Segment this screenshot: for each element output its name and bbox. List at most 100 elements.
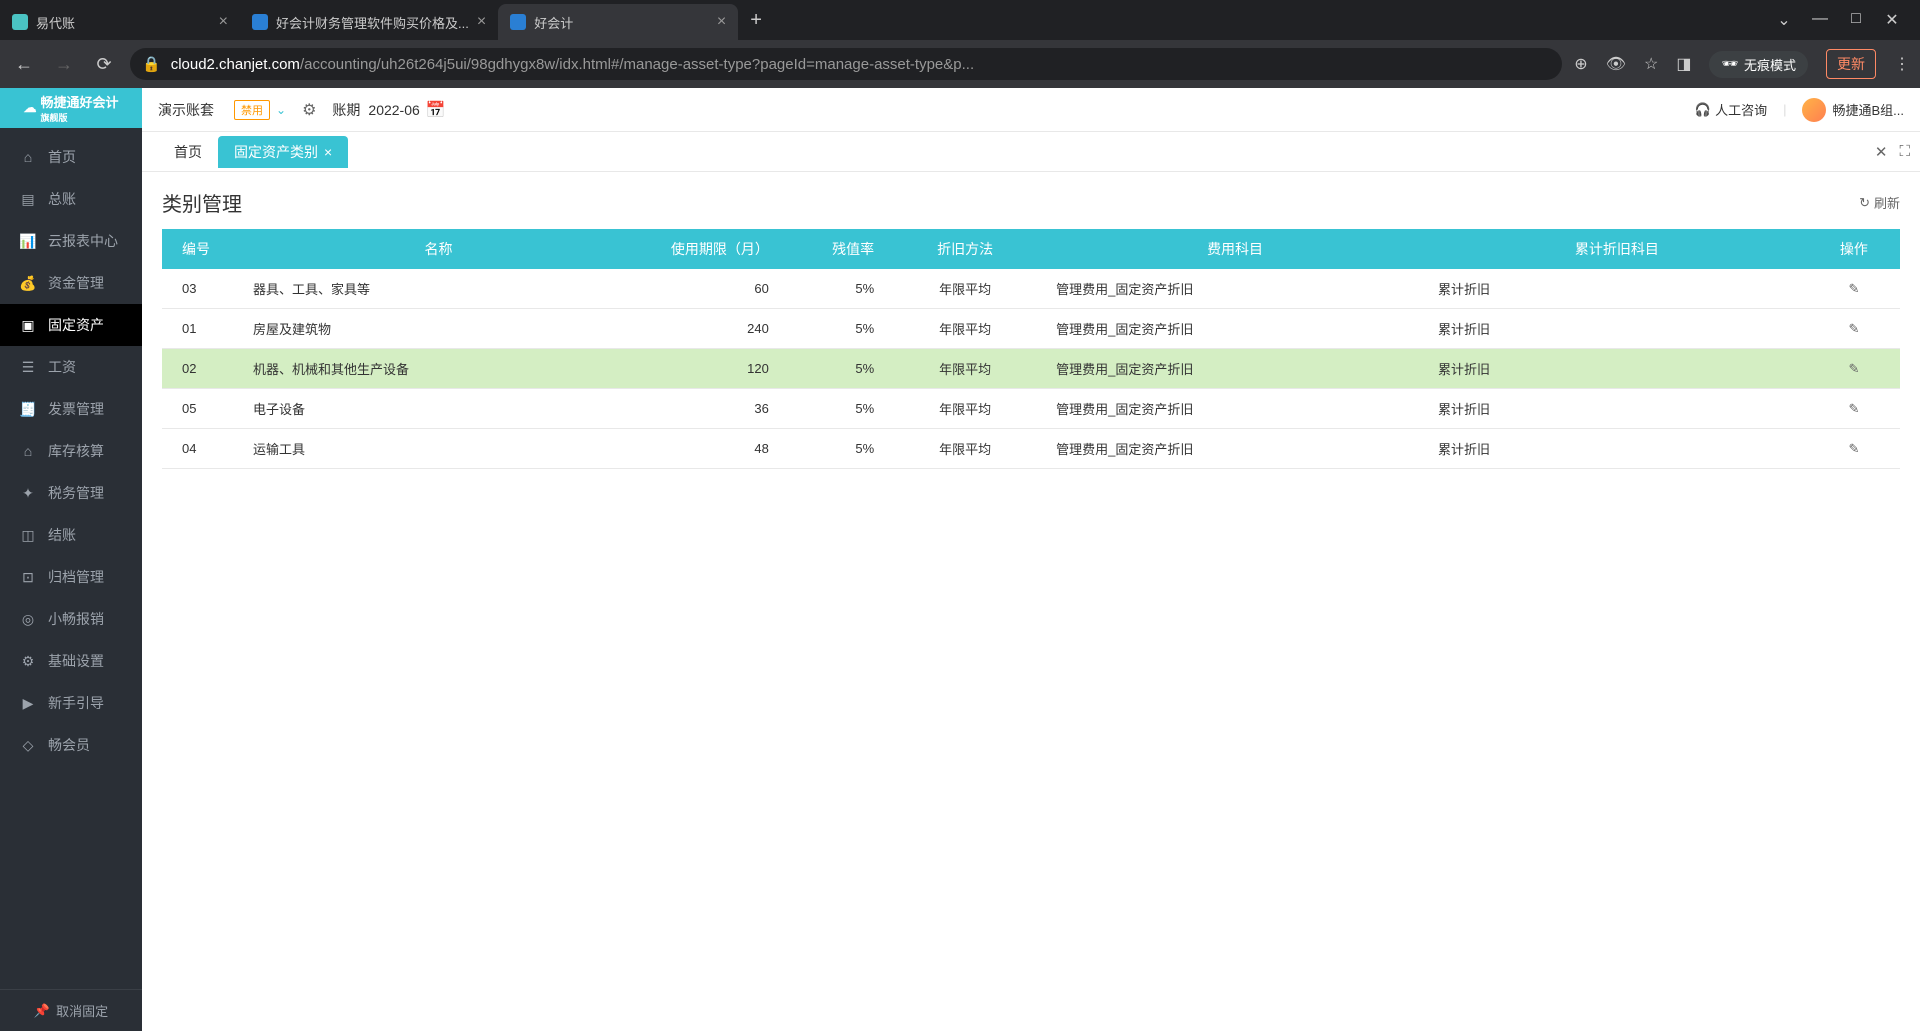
tab-title-1: 好会计财务管理软件购买价格及...	[276, 13, 469, 32]
window-minimize[interactable]: —	[1812, 10, 1828, 30]
cell-expense: 管理费用_固定资产折旧	[1044, 269, 1426, 309]
menu-icon[interactable]: ⋮	[1894, 54, 1910, 74]
edit-icon[interactable]: ✎	[1848, 321, 1859, 336]
back-button[interactable]: ←	[10, 54, 38, 75]
edit-icon[interactable]: ✎	[1848, 441, 1859, 456]
cell-depr: 累计折旧	[1426, 269, 1808, 309]
sidebar-item-7[interactable]: ⌂库存核算	[0, 430, 142, 472]
edit-icon[interactable]: ✎	[1848, 401, 1859, 416]
sidebar-item-icon: 🧾	[20, 401, 36, 417]
window-dropdown[interactable]: ⌄	[1776, 10, 1792, 30]
forward-button[interactable]: →	[50, 54, 78, 75]
eye-off-icon[interactable]: 👁	[1606, 54, 1626, 74]
sidebar-item-0[interactable]: ⌂首页	[0, 136, 142, 178]
table-row[interactable]: 01房屋及建筑物2405%年限平均管理费用_固定资产折旧累计折旧✎	[162, 309, 1900, 349]
sidebar-item-9[interactable]: ◫结账	[0, 514, 142, 556]
period-value[interactable]: 2022-06	[368, 102, 419, 118]
new-tab-button[interactable]: +	[738, 9, 774, 32]
window-maximize[interactable]: □	[1848, 10, 1864, 30]
tab-favicon-0	[12, 14, 28, 30]
sidebar-item-12[interactable]: ⚙基础设置	[0, 640, 142, 682]
reload-button[interactable]: ⟳	[90, 54, 118, 75]
refresh-icon: ↻	[1859, 195, 1870, 211]
sidebar-item-14[interactable]: ◇畅会员	[0, 724, 142, 766]
incognito-label: 无痕模式	[1744, 55, 1796, 74]
close-all-tabs-icon[interactable]: ✕	[1875, 143, 1888, 161]
refresh-label: 刷新	[1874, 193, 1900, 212]
sidebar-item-5[interactable]: ☰工资	[0, 346, 142, 388]
incognito-badge[interactable]: 🕶 无痕模式	[1709, 51, 1808, 78]
sidebar-item-icon: ▤	[20, 191, 36, 207]
page-tab-close-icon[interactable]: ×	[324, 144, 332, 160]
cell-op: ✎	[1808, 269, 1900, 309]
support-link[interactable]: 🎧 人工咨询	[1695, 100, 1767, 119]
table-header-row: 编号 名称 使用期限（月） 残值率 折旧方法 费用科目 累计折旧科目 操作	[162, 229, 1900, 269]
th-operation: 操作	[1808, 229, 1900, 269]
sidebar-item-10[interactable]: ⊡归档管理	[0, 556, 142, 598]
account-dropdown-icon[interactable]: ⌄	[276, 103, 286, 117]
cell-op: ✎	[1808, 429, 1900, 469]
settings-gear-icon[interactable]: ⚙	[302, 100, 316, 120]
table-row[interactable]: 03器具、工具、家具等605%年限平均管理费用_固定资产折旧累计折旧✎	[162, 269, 1900, 309]
cell-method: 年限平均	[886, 269, 1044, 309]
extensions-icon[interactable]: ◨	[1676, 54, 1691, 74]
th-expense: 费用科目	[1044, 229, 1426, 269]
tab-close-1[interactable]: ×	[477, 13, 486, 31]
cell-depr: 累计折旧	[1426, 389, 1808, 429]
username: 畅捷通B组...	[1832, 100, 1904, 119]
sidebar-item-label: 小畅报销	[48, 609, 104, 629]
topbar-right: 🎧 人工咨询 | 畅捷通B组...	[1695, 98, 1904, 122]
sidebar-item-icon: ✦	[20, 485, 36, 501]
sidebar-item-13[interactable]: ▶新手引导	[0, 682, 142, 724]
edit-icon[interactable]: ✎	[1848, 361, 1859, 376]
fullscreen-icon[interactable]: ⛶	[1899, 143, 1910, 160]
sidebar-item-icon: ◎	[20, 611, 36, 627]
cell-method: 年限平均	[886, 349, 1044, 389]
browser-tab-1[interactable]: 好会计财务管理软件购买价格及... ×	[240, 4, 498, 40]
tab-close-0[interactable]: ×	[219, 13, 228, 31]
sidebar-item-4[interactable]: ▣固定资产	[0, 304, 142, 346]
edit-icon[interactable]: ✎	[1848, 281, 1859, 296]
cell-method: 年限平均	[886, 429, 1044, 469]
sidebar-item-icon: ▶	[20, 695, 36, 711]
account-name[interactable]: 演示账套	[158, 100, 214, 120]
url-input[interactable]: 🔒 cloud2.chanjet.com/accounting/uh26t264…	[130, 48, 1562, 80]
sidebar-item-3[interactable]: 💰资金管理	[0, 262, 142, 304]
page-tab-asset-type[interactable]: 固定资产类别 ×	[218, 136, 348, 168]
update-button[interactable]: 更新	[1826, 49, 1876, 79]
star-icon[interactable]: ☆	[1644, 54, 1658, 74]
cell-name: 器具、工具、家具等	[241, 269, 636, 309]
cell-rate: 5%	[781, 349, 886, 389]
page-tab-home[interactable]: 首页	[158, 136, 218, 168]
calendar-icon[interactable]: 📅	[426, 100, 446, 120]
th-code: 编号	[162, 229, 241, 269]
tabs-container: 易代账 × 好会计财务管理软件购买价格及... × 好会计 × +	[0, 0, 1756, 40]
sidebar-item-icon: ⚙	[20, 653, 36, 669]
cell-rate: 5%	[781, 269, 886, 309]
sidebar-item-2[interactable]: 📊云报表中心	[0, 220, 142, 262]
cell-code: 05	[162, 389, 241, 429]
th-rate: 残值率	[781, 229, 886, 269]
table-row[interactable]: 05电子设备365%年限平均管理费用_固定资产折旧累计折旧✎	[162, 389, 1900, 429]
sidebar-item-label: 结账	[48, 525, 76, 545]
sidebar-item-label: 畅会员	[48, 735, 90, 755]
sidebar-item-11[interactable]: ◎ 小畅报销	[0, 598, 142, 640]
logo[interactable]: ☁ 畅捷通好会计 旗舰版	[0, 88, 142, 128]
sidebar-item-6[interactable]: 🧾发票管理	[0, 388, 142, 430]
table-row[interactable]: 02机器、机械和其他生产设备1205%年限平均管理费用_固定资产折旧累计折旧✎	[162, 349, 1900, 389]
avatar	[1802, 98, 1826, 122]
sidebar-pin-toggle[interactable]: 📌 取消固定	[0, 989, 142, 1031]
browser-tab-2[interactable]: 好会计 ×	[498, 4, 738, 40]
user-menu[interactable]: 畅捷通B组...	[1802, 98, 1904, 122]
sidebar-item-1[interactable]: ▤总账	[0, 178, 142, 220]
window-close[interactable]: ✕	[1884, 10, 1900, 30]
zoom-icon[interactable]: ⊕	[1574, 54, 1587, 74]
browser-tab-0[interactable]: 易代账 ×	[0, 4, 240, 40]
sidebar-item-8[interactable]: ✦税务管理	[0, 472, 142, 514]
tab-close-2[interactable]: ×	[717, 13, 726, 31]
cell-depr: 累计折旧	[1426, 309, 1808, 349]
table-row[interactable]: 04运输工具485%年限平均管理费用_固定资产折旧累计折旧✎	[162, 429, 1900, 469]
cell-rate: 5%	[781, 429, 886, 469]
th-depreciation: 累计折旧科目	[1426, 229, 1808, 269]
refresh-button[interactable]: ↻ 刷新	[1859, 193, 1900, 212]
